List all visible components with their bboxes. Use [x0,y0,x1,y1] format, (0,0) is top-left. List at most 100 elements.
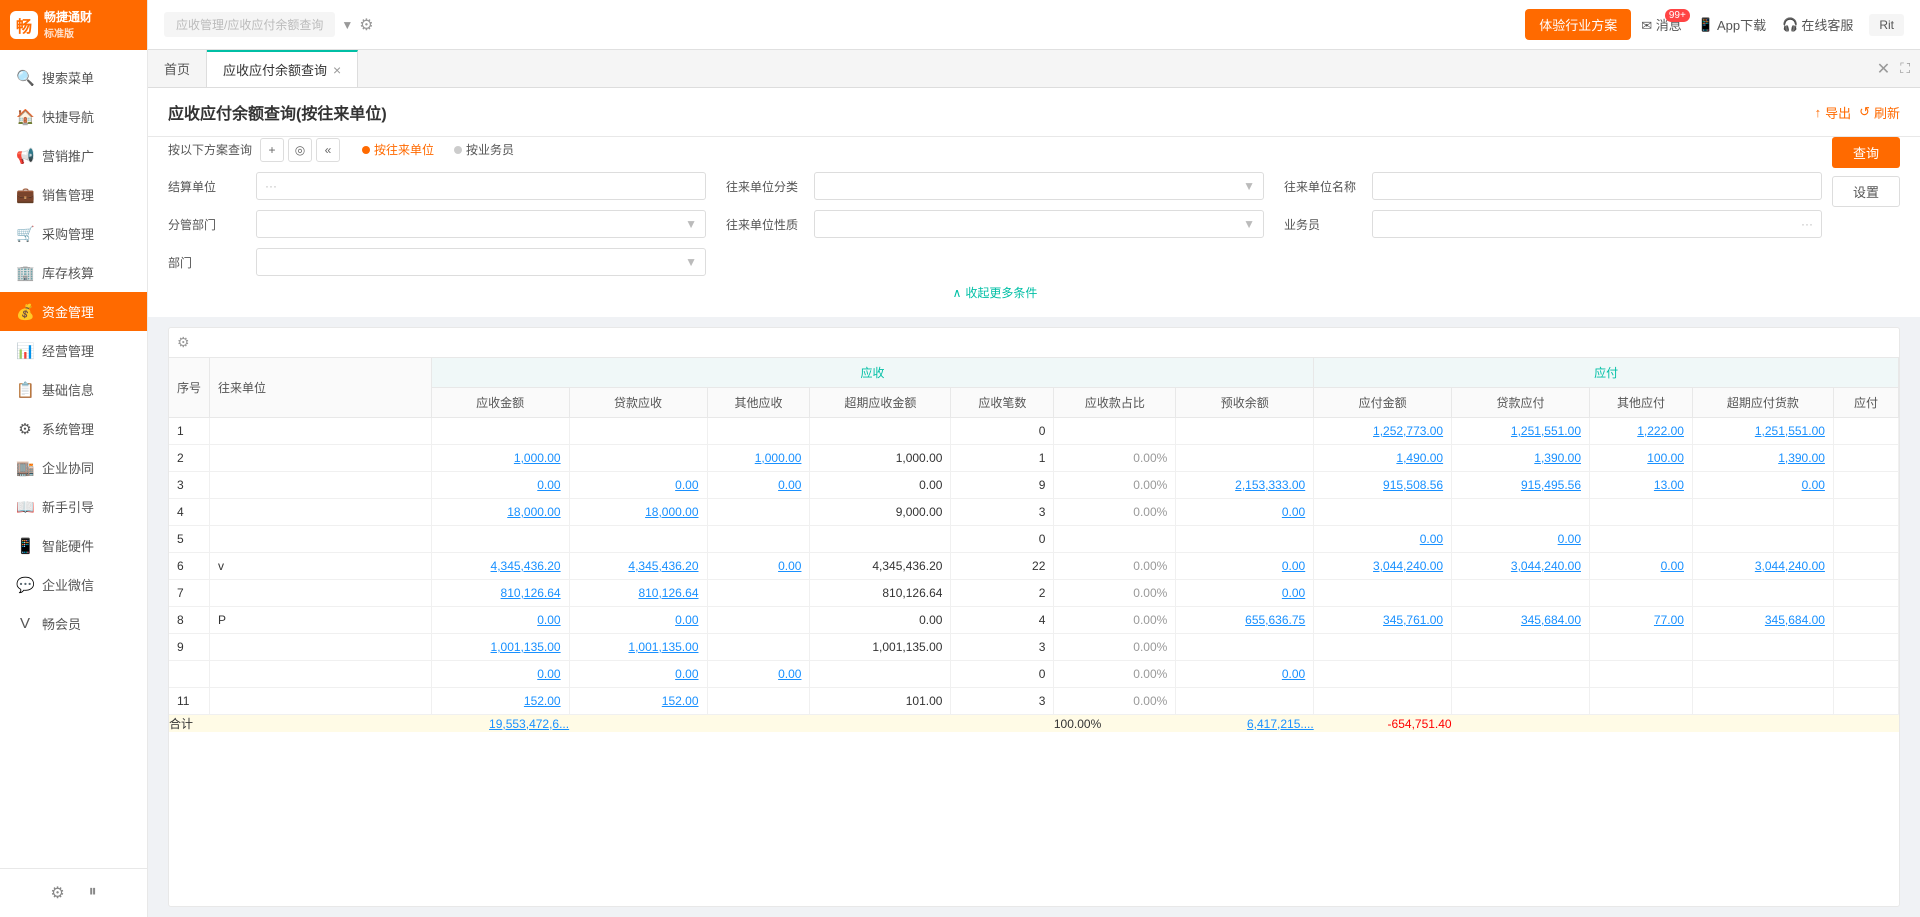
filter-settings-btn[interactable]: ◎ [288,138,312,162]
sidebar-item-sales[interactable]: 💼 销售管理 [0,175,147,214]
page-actions: ↑ 导出 ↺ 刷新 [1815,103,1900,122]
sidebar-item-search[interactable]: 🔍 搜索菜单 [0,58,147,97]
tab-query[interactable]: 应收应付余额查询 × [207,50,358,87]
footer-recv-count [951,715,1054,733]
th-receivable-ratio: 应收款占比 [1054,388,1176,418]
filter-tab-partner-label: 按往来单位 [374,141,434,158]
sidebar-item-guide[interactable]: 📖 新手引导 [0,487,147,526]
sidebar-item-wechat[interactable]: 💬 企业微信 [0,565,147,604]
app-icon: 📱 [1698,17,1714,33]
filter-label: 按以下方案查询 [168,141,252,158]
service-icon: 🎧 [1782,17,1798,33]
tab-spacer [358,50,1867,87]
sales-icon: 💼 [16,186,34,204]
tab-bar: 首页 应收应付余额查询 × ✕ ⛶ [148,50,1920,88]
filter-add-btn[interactable]: + [260,138,284,162]
filter-row-category: 往来单位分类 ▼ [726,172,1264,200]
filter-tab-salesman-label: 按业务员 [466,141,514,158]
settings-icon[interactable]: ⚙ [359,15,373,35]
table-scroll[interactable]: 序号 往来单位 应收 应付 应收金额 贷款应收 其他应收 超期应收金额 应收笔数… [169,358,1899,906]
th-overdue-payable: 超期应付货款 [1692,388,1833,418]
sidebar-bottom: ⚙ ⏸ [0,868,147,917]
table-area: ⚙ 序号 往来单位 应收 应付 应收金额 贷款应收 其他应 [168,327,1900,907]
table-row: 8P0.000.000.0040.00%655,636.75345,761.00… [169,607,1899,634]
export-icon: ↑ [1815,105,1822,120]
settings-button[interactable]: 设置 [1832,176,1900,207]
sidebar-item-stock[interactable]: 🏢 库存核算 [0,253,147,292]
table-body: 101,252,773.001,251,551.001,222.001,251,… [169,418,1899,715]
filter-input-settlement[interactable]: ··· [256,172,706,200]
filter-label-dept: 分管部门 [168,216,248,233]
filter-label-category: 往来单位分类 [726,178,806,195]
sidebar-label-guide: 新手引导 [42,497,94,516]
topbar: 应收管理/应收应付余额查询 ▼ ⚙ 体验行业方案 ✉ 消息 99+ 📱 App下… [148,0,1920,50]
filter-input-partnername[interactable] [1372,172,1822,200]
footer-overdue-pay [1692,715,1833,733]
search-icon: 🔍 [16,69,34,87]
footer-other-pay [1590,715,1693,733]
sidebar: 畅 畅捷通财 标准版 🔍 搜索菜单 🏠 快捷导航 📢 营销推广 💼 销售管理 🛒… [0,0,148,917]
collapse-icon: ∧ [953,286,962,300]
filter-label-partnername: 往来单位名称 [1284,178,1364,195]
page-content: 应收应付余额查询(按往来单位) ↑ 导出 ↺ 刷新 按以 [148,88,1920,917]
sidebar-item-marketing[interactable]: 📢 营销推广 [0,136,147,175]
filter-arrow-category: ▼ [1243,179,1255,193]
sidebar-label-marketing: 营销推广 [42,146,94,165]
fullscreen-icon[interactable]: ⛶ [1900,60,1910,77]
th-num: 序号 [169,358,210,418]
sidebar-item-shortcut[interactable]: 🏠 快捷导航 [0,97,147,136]
filter-dots-salesman: ··· [1801,217,1813,231]
th-payable-amount: 应付金额 [1314,388,1452,418]
sidebar-item-base[interactable]: 📋 基础信息 [0,370,147,409]
filter-collapse-btn[interactable]: « [316,138,340,162]
filter-input-category[interactable]: ▼ [814,172,1264,200]
user-menu[interactable]: Rit [1869,14,1904,36]
collapse-more-btn[interactable]: ∧ 收起更多条件 [168,276,1822,305]
footer-loan-pay [1452,715,1590,733]
sidebar-item-purchase[interactable]: 🛒 采购管理 [0,214,147,253]
filter-tab-partner[interactable]: 按往来单位 [352,137,444,162]
user-name: Rit [1879,18,1894,32]
table-row: 11152.00152.00101.0030.00% [169,688,1899,715]
filter-input-subdept[interactable]: ▼ [256,248,706,276]
service-label: 在线客服 [1801,15,1853,34]
th-receivable-amount: 应收金额 [431,388,569,418]
filter-input-nature[interactable]: ▼ [814,210,1264,238]
app-download-btn[interactable]: 📱 App下载 [1698,15,1766,34]
filter-label-settlement: 结算单位 [168,178,248,195]
sidebar-item-hardware[interactable]: 📱 智能硬件 [0,526,147,565]
filter-tab-dot2 [454,146,462,154]
tab-home[interactable]: 首页 [148,50,207,87]
filter-input-dept[interactable]: ▼ [256,210,706,238]
table-settings-icon[interactable]: ⚙ [177,334,190,351]
filter-input-salesman[interactable]: ··· [1372,210,1822,238]
refresh-btn[interactable]: ↺ 刷新 [1859,103,1900,122]
tab-close-icon[interactable]: × [333,62,341,78]
sidebar-collapse-btn[interactable]: ⏸ [79,877,107,909]
message-btn[interactable]: ✉ 消息 99+ [1641,15,1682,34]
footer-receivable[interactable]: 19,553,472,6... [431,715,569,733]
sidebar-item-vip[interactable]: V 畅会员 [0,604,147,643]
online-service-btn[interactable]: 🎧 在线客服 [1782,15,1853,34]
sidebar-item-enterprise[interactable]: 🏬 企业协同 [0,448,147,487]
sidebar-settings-btn[interactable]: ⚙ [40,877,74,909]
breadcrumb: 应收管理/应收应付余额查询 [164,12,335,37]
sidebar-item-system[interactable]: ⚙ 系统管理 [0,409,147,448]
footer-label: 合计 [169,715,431,733]
filter-right-buttons: 查询 设置 [1822,137,1900,207]
export-btn[interactable]: ↑ 导出 [1815,103,1852,122]
footer-advance[interactable]: 6,417,215.... [1176,715,1314,733]
filter-label-salesman: 业务员 [1284,216,1364,233]
filter-tab-salesman[interactable]: 按业务员 [444,137,524,162]
th-group-receivable: 应收 [431,358,1314,388]
industry-btn[interactable]: 体验行业方案 [1525,9,1631,40]
table-row: 6v4,345,436.204,345,436.200.004,345,436.… [169,553,1899,580]
sidebar-item-operation[interactable]: 📊 经营管理 [0,331,147,370]
table-row: 21,000.001,000.001,000.0010.00%1,490.001… [169,445,1899,472]
close-window-icon[interactable]: ✕ [1877,59,1890,79]
footer-loan-recv [569,715,707,733]
table-row: 7810,126.64810,126.64810,126.6420.00%0.0… [169,580,1899,607]
sidebar-item-finance[interactable]: 💰 资金管理 [0,292,147,331]
footer-pay2 [1833,715,1898,733]
query-button[interactable]: 查询 [1832,137,1900,168]
